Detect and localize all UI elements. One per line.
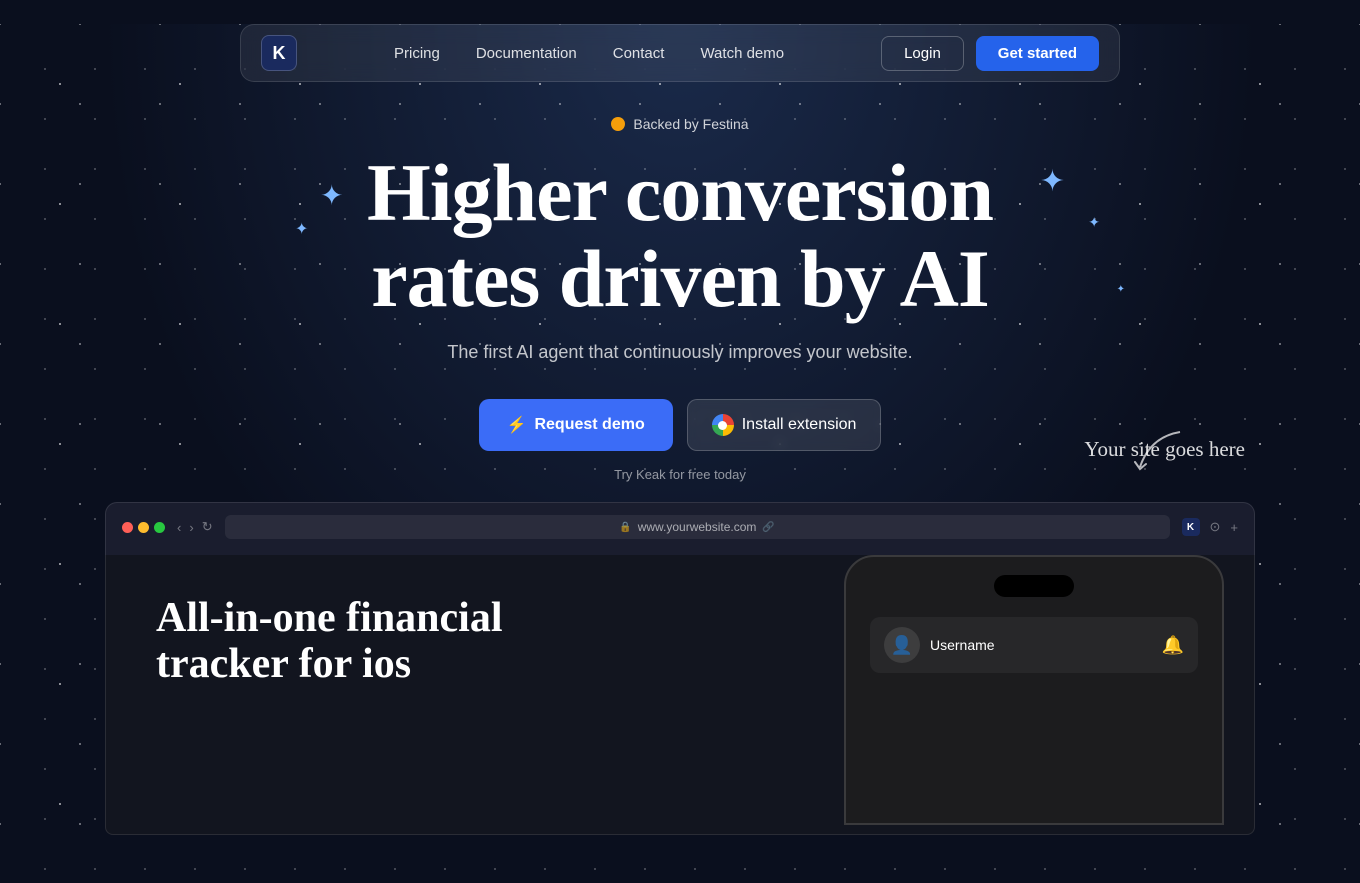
chrome-icon [712, 414, 734, 436]
phone-user-row: 👤 Username 🔔 [870, 617, 1198, 673]
phone-username: Username [930, 637, 1162, 653]
phone-outer: 👤 Username 🔔 [844, 555, 1224, 825]
request-demo-button[interactable]: ⚡ Request demo [479, 399, 673, 451]
badge: Backed by Festina [611, 116, 748, 132]
hero-subtitle: The first AI agent that continuously imp… [0, 342, 1360, 363]
browser-nav-icons: ‹ › ↻ [177, 519, 213, 535]
address-text: www.yourwebsite.com [638, 520, 757, 534]
lightning-icon: ⚡ [507, 415, 527, 435]
browser-chrome: ‹ › ↻ 🔒 www.yourwebsite.com 🔗 K ⊙ + [105, 502, 1255, 555]
link-icon: 🔗 [762, 522, 774, 533]
dot-yellow[interactable] [138, 522, 149, 533]
site-title: All-in-one financial tracker for ios [156, 595, 724, 687]
nav-watch-demo[interactable]: Watch demo [700, 45, 784, 62]
hero-title: Higher conversion rates driven by AI [290, 150, 1070, 322]
nav-pricing[interactable]: Pricing [394, 45, 440, 62]
arrow-icon [1130, 427, 1190, 477]
site-content-left: All-in-one financial tracker for ios [106, 555, 774, 834]
dynamic-island [994, 575, 1074, 597]
clock-icon: ⊙ [1210, 519, 1221, 535]
browser-top-bar: ‹ › ↻ 🔒 www.yourwebsite.com 🔗 K ⊙ + [122, 515, 1238, 539]
nav-links: Pricing Documentation Contact Watch demo [394, 45, 784, 62]
nav-documentation[interactable]: Documentation [476, 45, 577, 62]
avatar-icon: 👤 [884, 627, 920, 663]
user-icon: 👤 [891, 635, 913, 656]
keak-browser-icon: K [1182, 518, 1200, 536]
dot-green[interactable] [154, 522, 165, 533]
phone-content: 👤 Username 🔔 [862, 609, 1206, 681]
badge-text: Backed by Festina [633, 116, 748, 132]
install-extension-button[interactable]: Install extension [687, 399, 882, 451]
site-content-right: 👤 Username 🔔 [774, 555, 1254, 834]
navbar: K Pricing Documentation Contact Watch de… [240, 24, 1120, 82]
lock-icon: 🔒 [619, 522, 631, 533]
forward-icon[interactable]: › [189, 520, 193, 535]
browser-body: All-in-one financial tracker for ios 👤 U… [105, 555, 1255, 835]
reload-icon[interactable]: ↻ [202, 519, 213, 535]
site-annotation: Your site goes here [1084, 437, 1245, 462]
login-button[interactable]: Login [881, 36, 964, 71]
plus-icon[interactable]: + [1230, 520, 1238, 535]
back-icon[interactable]: ‹ [177, 520, 181, 535]
nav-actions: Login Get started [881, 36, 1099, 71]
get-started-button[interactable]: Get started [976, 36, 1099, 71]
hero-section: Backed by Festina Higher conversion rate… [0, 106, 1360, 482]
browser-right-icons: K ⊙ + [1182, 518, 1239, 536]
notification-bell-icon: 🔔 [1162, 635, 1184, 656]
logo[interactable]: K [261, 35, 297, 71]
browser-address-bar[interactable]: 🔒 www.yourwebsite.com 🔗 [225, 515, 1170, 539]
nav-contact[interactable]: Contact [613, 45, 665, 62]
browser-dots [122, 522, 165, 533]
badge-dot [611, 117, 625, 131]
phone-mockup: 👤 Username 🔔 [844, 555, 1224, 834]
dot-red[interactable] [122, 522, 133, 533]
browser-mockup: Your site goes here ‹ › ↻ 🔒 www.yourwebs… [105, 502, 1255, 835]
